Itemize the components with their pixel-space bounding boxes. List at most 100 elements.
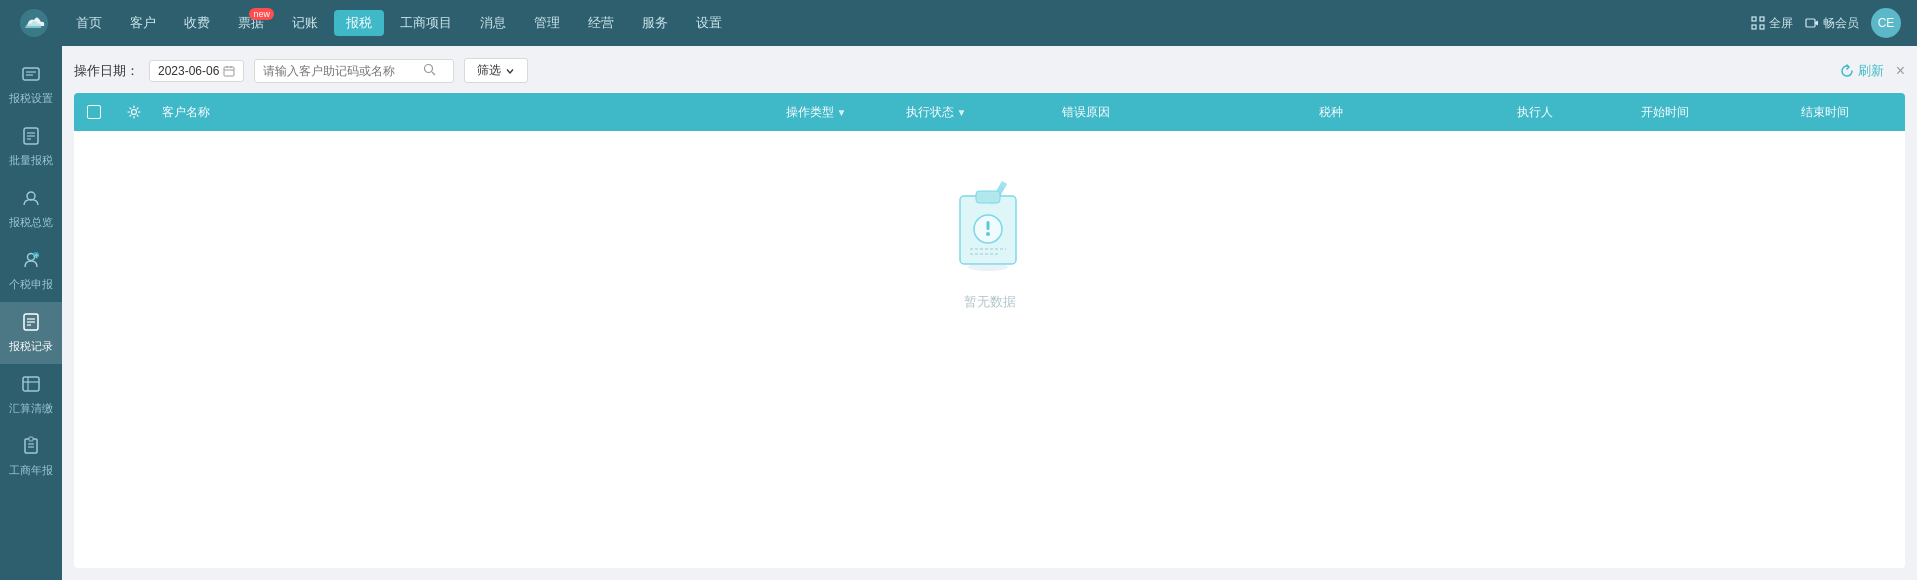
svg-rect-1 (1752, 17, 1756, 21)
nav-service[interactable]: 服务 (630, 10, 680, 36)
svg-rect-5 (1806, 19, 1815, 27)
sidebar: 报税设置 批量报税 报税总览 (0, 46, 62, 580)
search-icon[interactable] (423, 63, 436, 79)
nav-accounts[interactable]: 记账 (280, 10, 330, 36)
fullscreen-icon (1751, 16, 1765, 30)
svg-text:个: 个 (34, 253, 39, 259)
sidebar-item-settlement[interactable]: 汇算清缴 (0, 364, 62, 426)
nav-client[interactable]: 客户 (118, 10, 168, 36)
top-nav-right: 全屏 畅会员 CE (1751, 8, 1901, 38)
annual-report-icon (21, 436, 41, 459)
svg-point-34 (132, 110, 137, 115)
th-name: 客户名称 (154, 93, 756, 131)
nav-items: 首页 客户 收费 票据 new 记账 报税 工商项目 消息 管理 经营 服务 设… (64, 10, 1751, 36)
date-value: 2023-06-06 (158, 64, 219, 78)
toolbar-right: 刷新 × (1840, 62, 1905, 80)
sidebar-label-tax-summary: 报税总览 (9, 215, 53, 230)
th-executor: 执行人 (1485, 93, 1585, 131)
date-picker[interactable]: 2023-06-06 (149, 60, 244, 82)
svg-rect-4 (1760, 25, 1764, 29)
nav-billing[interactable]: 收费 (172, 10, 222, 36)
sidebar-label-settlement: 汇算清缴 (9, 401, 53, 416)
filter-button[interactable]: 筛选 (464, 58, 528, 83)
th-exec-status[interactable]: 执行状态 ▼ (876, 93, 996, 131)
svg-rect-40 (976, 191, 1000, 203)
tax-settings-icon (21, 64, 41, 87)
tax-records-icon (21, 312, 41, 335)
chevron-down-icon (505, 66, 515, 76)
th-error-reason: 错误原因 (996, 93, 1176, 131)
sidebar-item-tax-summary[interactable]: 报税总览 (0, 178, 62, 240)
sidebar-item-batch-tax[interactable]: 批量报税 (0, 116, 62, 178)
fullscreen-label: 全屏 (1769, 15, 1793, 32)
svg-point-43 (986, 232, 990, 236)
th-settings[interactable] (114, 93, 154, 131)
svg-rect-42 (986, 221, 989, 230)
sidebar-label-batch-tax: 批量报税 (9, 153, 53, 168)
svg-point-32 (425, 64, 433, 72)
close-button[interactable]: × (1896, 62, 1905, 80)
nav-home[interactable]: 首页 (64, 10, 114, 36)
app-logo[interactable] (16, 5, 52, 41)
search-input[interactable] (263, 64, 423, 78)
svg-line-33 (432, 72, 435, 75)
sidebar-item-annual-report[interactable]: 工商年报 (0, 426, 62, 488)
svg-rect-28 (224, 67, 234, 76)
member-label: 畅会员 (1823, 15, 1859, 32)
table-header: 客户名称 操作类型 ▼ 执行状态 ▼ 错误原因 税种 执行人 (74, 93, 1905, 131)
nav-invoice[interactable]: 票据 new (226, 10, 276, 36)
tax-summary-icon (21, 188, 41, 211)
nav-messages[interactable]: 消息 (468, 10, 518, 36)
svg-point-46 (968, 263, 1008, 271)
calendar-icon (223, 65, 235, 77)
sidebar-label-annual-report: 工商年报 (9, 463, 53, 478)
th-checkbox[interactable] (74, 93, 114, 131)
svg-rect-3 (1752, 25, 1756, 29)
empty-illustration (940, 171, 1040, 281)
toolbar: 操作日期： 2023-06-06 (74, 58, 1905, 83)
refresh-label: 刷新 (1858, 62, 1884, 80)
svg-rect-21 (23, 377, 39, 391)
th-start-time: 开始时间 (1585, 93, 1745, 131)
batch-tax-icon (21, 126, 41, 149)
settings-icon (127, 105, 141, 119)
select-all-checkbox[interactable] (87, 105, 101, 119)
empty-state: 暂无数据 (74, 131, 1905, 351)
svg-rect-6 (23, 68, 39, 80)
svg-rect-2 (1760, 17, 1764, 21)
svg-rect-27 (29, 437, 33, 441)
nav-operation[interactable]: 经营 (576, 10, 626, 36)
sort-icon-status: ▼ (957, 107, 967, 118)
video-icon (1805, 16, 1819, 30)
sort-icon-type: ▼ (837, 107, 847, 118)
th-op-type[interactable]: 操作类型 ▼ (756, 93, 876, 131)
refresh-button[interactable]: 刷新 (1840, 62, 1884, 80)
top-nav: 首页 客户 收费 票据 new 记账 报税 工商项目 消息 管理 经营 服务 设… (0, 0, 1917, 46)
th-tax-type: 税种 (1176, 93, 1485, 131)
main-content: 操作日期： 2023-06-06 (62, 46, 1917, 580)
refresh-icon (1840, 64, 1854, 78)
table-container: 客户名称 操作类型 ▼ 执行状态 ▼ 错误原因 税种 执行人 (74, 93, 1905, 568)
filter-label: 筛选 (477, 62, 501, 79)
th-end-time: 结束时间 (1745, 93, 1905, 131)
sidebar-item-tax-settings[interactable]: 报税设置 (0, 54, 62, 116)
nav-settings[interactable]: 设置 (684, 10, 734, 36)
nav-manage[interactable]: 管理 (522, 10, 572, 36)
sidebar-label-tax-settings: 报税设置 (9, 91, 53, 106)
main-layout: 报税设置 批量报税 报税总览 (0, 46, 1917, 580)
settlement-icon (21, 374, 41, 397)
sidebar-label-personal-tax: 个税申报 (9, 277, 53, 292)
nav-business[interactable]: 工商项目 (388, 10, 464, 36)
empty-text: 暂无数据 (964, 293, 1016, 311)
fullscreen-button[interactable]: 全屏 (1751, 15, 1793, 32)
avatar[interactable]: CE (1871, 8, 1901, 38)
search-box[interactable] (254, 59, 454, 83)
invoice-badge: new (249, 8, 274, 20)
date-label: 操作日期： (74, 62, 139, 80)
sidebar-item-tax-records[interactable]: 报税记录 (0, 302, 62, 364)
nav-tax[interactable]: 报税 (334, 10, 384, 36)
table-body: 暂无数据 (74, 131, 1905, 568)
member-button[interactable]: 畅会员 (1805, 15, 1859, 32)
sidebar-item-personal-tax[interactable]: 个 个税申报 (0, 240, 62, 302)
personal-tax-icon: 个 (21, 250, 41, 273)
